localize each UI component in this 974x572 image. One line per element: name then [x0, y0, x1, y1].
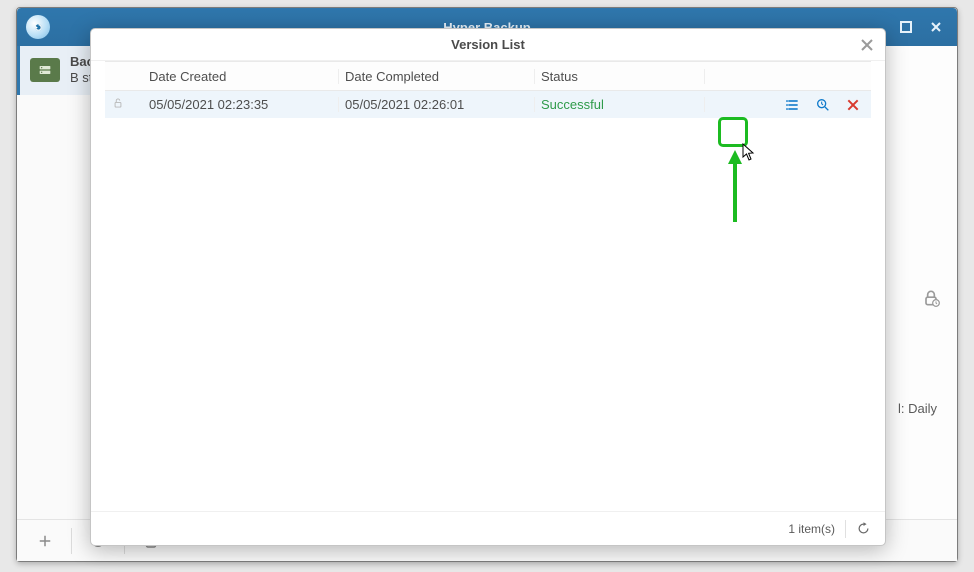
annotation-arrow [726, 150, 744, 222]
backup-app-icon [26, 15, 50, 39]
main-close-button[interactable] [923, 16, 949, 38]
lock-icon[interactable] [921, 288, 941, 313]
add-task-button[interactable] [25, 524, 65, 558]
schedule-snippet: l: Daily [898, 401, 937, 416]
cell-date-created: 05/05/2021 02:23:35 [143, 97, 339, 112]
table-header-row: Date Created Date Completed Status [105, 61, 871, 91]
refresh-button[interactable] [856, 521, 871, 536]
toolbar-divider [71, 528, 72, 554]
modal-close-button[interactable] [857, 35, 877, 55]
version-row[interactable]: 05/05/2021 02:23:35 05/05/2021 02:26:01 … [105, 91, 871, 119]
modal-title: Version List [451, 37, 525, 52]
row-actions [705, 97, 871, 113]
lock-open-icon [105, 96, 143, 113]
modal-body: Date Created Date Completed Status 05/05… [91, 61, 885, 511]
action-explore-button[interactable] [815, 97, 831, 113]
col-date-completed[interactable]: Date Completed [339, 69, 535, 84]
cell-date-completed: 05/05/2021 02:26:01 [339, 97, 535, 112]
action-delete-button[interactable] [845, 97, 861, 113]
annotation-cursor [742, 143, 756, 161]
server-icon [30, 58, 60, 82]
col-date-created[interactable]: Date Created [143, 69, 339, 84]
maximize-button[interactable] [893, 16, 919, 38]
modal-header: Version List [91, 29, 885, 61]
footer-divider [845, 520, 846, 538]
item-count-label: 1 item(s) [788, 522, 835, 536]
col-status[interactable]: Status [535, 69, 705, 84]
action-info-button[interactable] [785, 97, 801, 113]
modal-footer: 1 item(s) [91, 511, 885, 545]
annotation-highlight [718, 117, 748, 147]
cell-status: Successful [535, 97, 705, 112]
version-list-dialog: Version List Date Created Date Completed… [90, 28, 886, 546]
